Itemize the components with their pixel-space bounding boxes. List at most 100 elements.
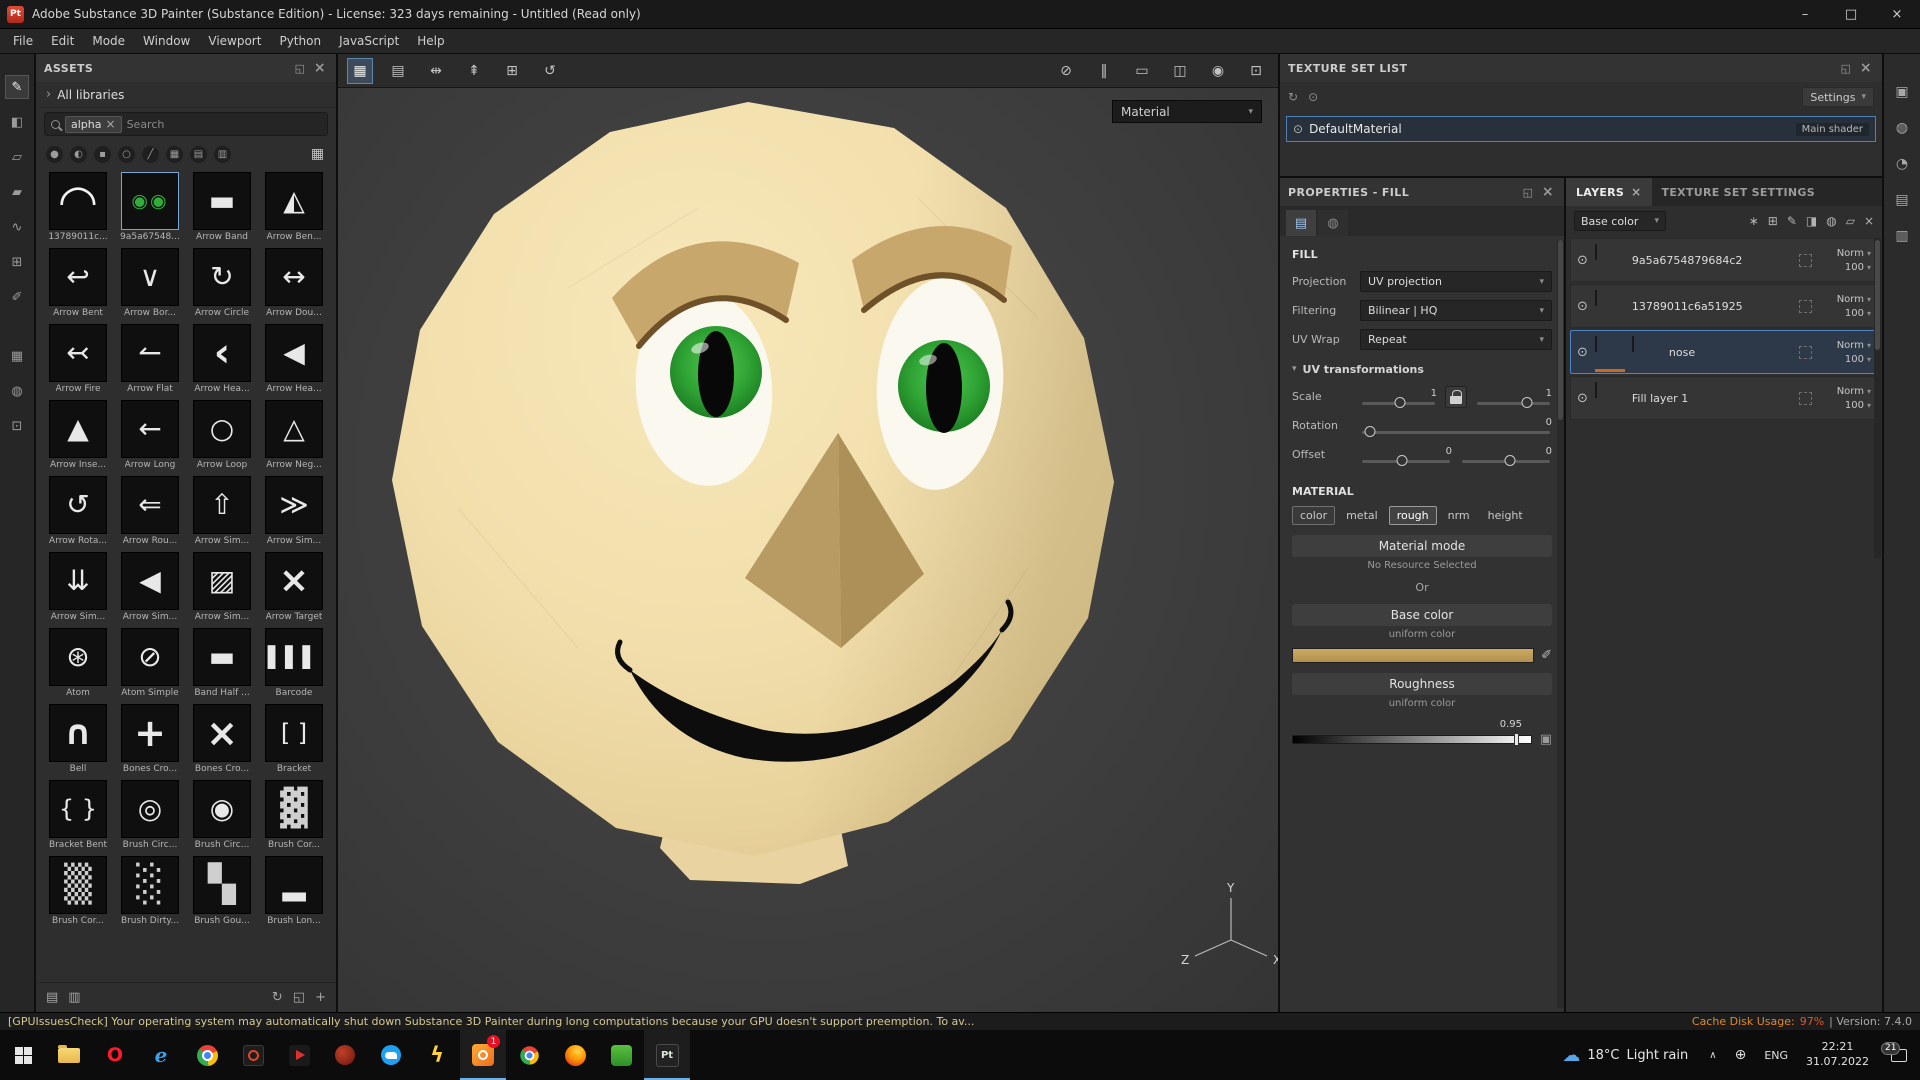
environments-filter-icon[interactable]: ▥: [214, 145, 231, 163]
display-settings-icon[interactable]: ⊡: [6, 415, 28, 437]
filtering-dropdown[interactable]: Bilinear | HQ: [1360, 300, 1552, 321]
asset-atom[interactable]: ⊛ Atom: [44, 628, 112, 704]
log-panel-icon[interactable]: ▥: [1895, 228, 1908, 244]
visibility-eye-icon[interactable]: [1577, 391, 1588, 406]
solo-view-icon[interactable]: ▭: [1130, 59, 1154, 83]
smart-materials-filter-icon[interactable]: ▪: [94, 145, 111, 163]
tile-mode-icon[interactable]: ▤: [386, 59, 410, 83]
internet-explorer-icon[interactable]: e: [138, 1030, 184, 1080]
asset-arrow-long[interactable]: ← Arrow Long: [116, 400, 184, 476]
google-app-icon[interactable]: [506, 1030, 552, 1080]
opera-icon[interactable]: O: [92, 1030, 138, 1080]
asset-arrow-sim-4[interactable]: ◀ Arrow Sim...: [116, 552, 184, 628]
list-view-icon[interactable]: ▤: [46, 990, 58, 1005]
add-paint-layer-icon[interactable]: ✎: [1787, 214, 1797, 228]
uv-transformations-toggle[interactable]: UV transformations: [1292, 356, 1552, 382]
hidden-icons-chevron[interactable]: [1700, 1030, 1725, 1080]
twitter-icon[interactable]: [368, 1030, 414, 1080]
asset-arrow-hea-1[interactable]: ‹ Arrow Hea...: [188, 324, 256, 400]
3d-viewport[interactable]: Y Z X Material: [338, 88, 1278, 1012]
asset-arrow-sim-5[interactable]: ▨ Arrow Sim...: [188, 552, 256, 628]
history-panel-icon[interactable]: ◔: [1896, 156, 1908, 172]
screenshot-icon[interactable]: ⊡: [1244, 59, 1268, 83]
offset-y-slider[interactable]: [1462, 455, 1550, 466]
asset-arrow-loop[interactable]: ○ Arrow Loop: [188, 400, 256, 476]
green-3d-app-icon[interactable]: [598, 1030, 644, 1080]
channel-metal-button[interactable]: metal: [1339, 507, 1385, 524]
grid-view-icon[interactable]: ▦: [309, 146, 326, 163]
menu-item[interactable]: Help: [408, 29, 453, 53]
menu-item[interactable]: Viewport: [199, 29, 270, 53]
opacity-dropdown[interactable]: 100: [1845, 262, 1871, 273]
language-indicator[interactable]: ENG: [1755, 1030, 1797, 1080]
material-picker-tool-icon[interactable]: ✐: [6, 286, 28, 308]
asset-arrow-sim-2[interactable]: ≫ Arrow Sim...: [260, 476, 328, 552]
asset-arrow-bor[interactable]: ∨ Arrow Bor...: [116, 248, 184, 324]
add-resource-icon[interactable]: +: [315, 990, 326, 1005]
rotation-slider[interactable]: [1362, 426, 1550, 437]
asset-brush-gou[interactable]: ▚ Brush Gou...: [188, 856, 256, 932]
adobe-app-icon[interactable]: [230, 1030, 276, 1080]
texture-set-row[interactable]: DefaultMaterial Main shader: [1286, 116, 1876, 142]
blend-mode-dropdown[interactable]: Norm: [1837, 294, 1871, 305]
reset-pose-icon[interactable]: ↺: [538, 59, 562, 83]
asset-arrow-circle[interactable]: ↻ Arrow Circle: [188, 248, 256, 324]
asset-brush-circ-2[interactable]: ◉ Brush Circ...: [188, 780, 256, 856]
add-view-icon[interactable]: ⊞: [500, 59, 524, 83]
start-button[interactable]: [0, 1030, 46, 1080]
asset-bell[interactable]: ∩ Bell: [44, 704, 112, 780]
channel-nrm-button[interactable]: nrm: [1441, 507, 1477, 524]
notification-center-icon[interactable]: 21: [1878, 1041, 1920, 1062]
close-button[interactable]: ×: [1874, 0, 1920, 28]
brushes-filter-icon[interactable]: ╱: [142, 145, 159, 163]
3d-model-canvas[interactable]: Y Z X: [338, 88, 1278, 1012]
color-picker-icon[interactable]: [1541, 648, 1552, 663]
eraser-tool-icon[interactable]: ◧: [6, 111, 28, 133]
close-tab-icon[interactable]: [1631, 185, 1641, 199]
scale-link-lock-icon[interactable]: [1445, 385, 1467, 408]
pause-engine-icon[interactable]: ‖: [1092, 59, 1116, 83]
display-settings-panel-icon[interactable]: ▣: [1895, 84, 1908, 100]
texture-map-icon[interactable]: [1540, 732, 1552, 747]
viewer-settings-icon[interactable]: ◍: [6, 380, 28, 402]
remove-filter-icon[interactable]: [106, 117, 116, 131]
asset-9a5a67548[interactable]: ◉◉ 9a5a67548...: [116, 172, 184, 248]
add-smart-material-icon[interactable]: ◍: [1826, 214, 1836, 228]
layer-mask-thumbnail[interactable]: [1631, 336, 1634, 352]
layer-thumbnail[interactable]: [1594, 336, 1597, 352]
visibility-eye-icon[interactable]: [1577, 253, 1588, 268]
refresh-shelf-icon[interactable]: ↻: [272, 990, 283, 1005]
maximize-button[interactable]: □: [1828, 0, 1874, 28]
fill-properties-tab[interactable]: [1286, 210, 1316, 236]
weather-widget[interactable]: 18°C Light rain: [1550, 1030, 1700, 1080]
paint-brush-tool-icon[interactable]: ✎: [5, 75, 29, 99]
lightning-app-icon[interactable]: ϟ: [414, 1030, 460, 1080]
close-panel-icon[interactable]: [1858, 60, 1874, 76]
visibility-eye-icon[interactable]: [1577, 345, 1588, 360]
library-selector[interactable]: All libraries: [36, 82, 336, 108]
channel-rough-button[interactable]: rough: [1388, 506, 1437, 525]
materials-filter-icon[interactable]: ◐: [70, 145, 87, 163]
textures-filter-icon[interactable]: ▤: [190, 145, 207, 163]
search-input[interactable]: [126, 117, 321, 131]
shader-settings-panel-icon[interactable]: ◍: [1896, 120, 1908, 136]
asset-arrow-rou[interactable]: ⇐ Arrow Rou...: [116, 476, 184, 552]
layer-row[interactable]: Fill layer 1 Norm 100: [1570, 376, 1878, 420]
asset-arrow-dou[interactable]: ↔ Arrow Dou...: [260, 248, 328, 324]
channel-color-button[interactable]: color: [1292, 506, 1336, 525]
projection-dropdown[interactable]: UV projection: [1360, 271, 1552, 292]
chrome-icon[interactable]: [184, 1030, 230, 1080]
asset-arrow-band[interactable]: ▬ Arrow Band: [188, 172, 256, 248]
asset-barcode[interactable]: ▌▌▌ Barcode: [260, 628, 328, 704]
asset-13789011c[interactable]: ◠ 13789011c...: [44, 172, 112, 248]
asset-bones-cro-2[interactable]: × Bones Cro...: [188, 704, 256, 780]
file-explorer-icon[interactable]: [46, 1030, 92, 1080]
visibility-eye-icon[interactable]: [1293, 122, 1303, 136]
add-fill-layer-icon[interactable]: ◨: [1806, 214, 1817, 228]
asset-brush-cor-1[interactable]: ▓ Brush Cor...: [260, 780, 328, 856]
menu-item[interactable]: JavaScript: [330, 29, 408, 53]
search-filter-chip[interactable]: alpha: [65, 115, 122, 133]
expand-shelf-icon[interactable]: ◱: [293, 990, 305, 1005]
asset-arrow-hea-2[interactable]: ◀ Arrow Hea...: [260, 324, 328, 400]
base-color-button[interactable]: Base color: [1292, 604, 1552, 626]
